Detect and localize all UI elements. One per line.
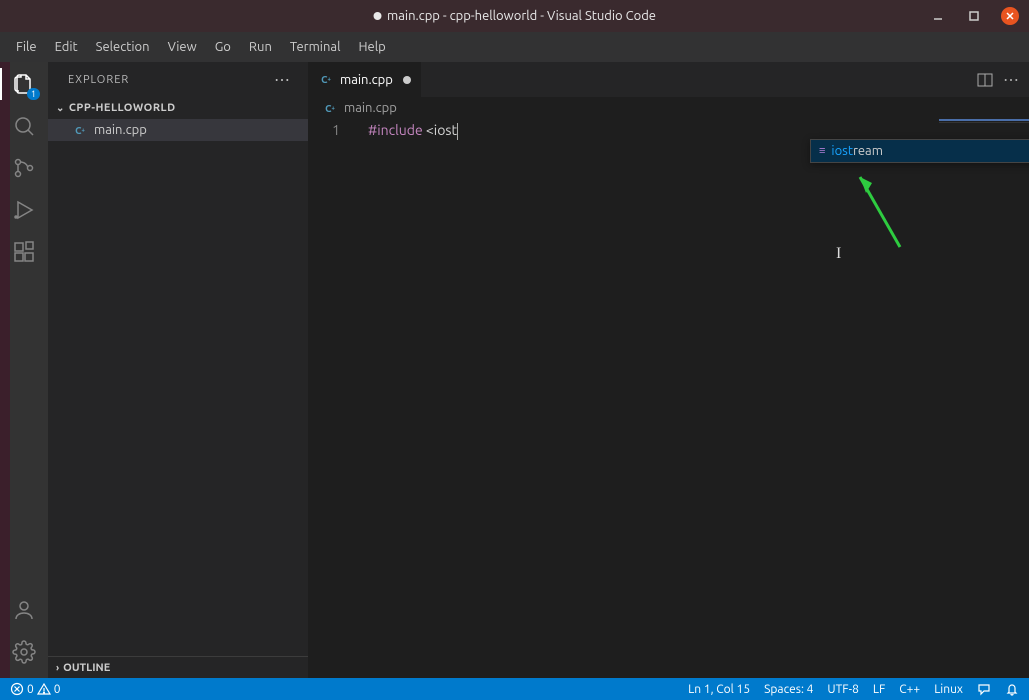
tabs-actions: ⋯ xyxy=(977,62,1029,97)
menu-selection[interactable]: Selection xyxy=(88,36,158,58)
explorer-badge: 1 xyxy=(27,88,40,100)
suggest-kind-icon: ≡ xyxy=(819,145,825,157)
chevron-right-icon: › xyxy=(56,662,59,673)
titlebar: main.cpp - cpp-helloworld - Visual Studi… xyxy=(0,0,1029,32)
outline-section[interactable]: › OUTLINE xyxy=(48,656,308,678)
chevron-down-icon: ⌄ xyxy=(56,102,65,114)
folder-name: CPP-HELLOWORLD xyxy=(69,102,176,114)
split-editor-icon[interactable] xyxy=(977,72,993,88)
menu-view[interactable]: View xyxy=(160,36,205,58)
menu-edit[interactable]: Edit xyxy=(47,36,86,58)
status-notifications-icon[interactable] xyxy=(1005,682,1019,696)
tree-item-label: main.cpp xyxy=(94,123,147,137)
editor-content[interactable]: 1 #include <iost ≡ iostream File I xyxy=(308,119,1029,678)
tab-dirty-icon xyxy=(403,76,411,84)
statusbar: 0 0 Ln 1, Col 15 Spaces: 4 UTF-8 LF C++ … xyxy=(0,678,1029,700)
activity-extensions-icon[interactable] xyxy=(10,238,38,266)
window-title-text: main.cpp - cpp-helloworld - Visual Studi… xyxy=(387,9,656,23)
code-line: #include <iost xyxy=(368,121,458,140)
menu-go[interactable]: Go xyxy=(207,36,239,58)
status-indentation[interactable]: Spaces: 4 xyxy=(764,683,813,696)
dirty-indicator-icon xyxy=(373,12,381,20)
suggest-match-text: iost xyxy=(831,144,853,158)
status-errors-count: 0 xyxy=(27,683,34,696)
window-title: main.cpp - cpp-helloworld - Visual Studi… xyxy=(373,9,656,23)
annotation-arrow-icon xyxy=(850,167,910,257)
activity-search-icon[interactable] xyxy=(10,112,38,140)
sidebar-header: EXPLORER ⋯ xyxy=(48,62,308,97)
cpp-file-icon: C+ xyxy=(318,72,334,88)
desktop-left-strip xyxy=(0,62,10,678)
breadcrumb[interactable]: C+ main.cpp xyxy=(308,97,1029,119)
close-button[interactable] xyxy=(1001,7,1019,25)
menu-file[interactable]: File xyxy=(8,36,45,58)
mouse-text-cursor-icon: I xyxy=(836,245,841,263)
line-number: 1 xyxy=(308,119,358,140)
code-keyword: #include xyxy=(368,122,423,138)
sidebar-title: EXPLORER xyxy=(68,74,129,86)
activity-source-control-icon[interactable] xyxy=(10,154,38,182)
maximize-button[interactable] xyxy=(965,7,983,25)
sidebar-more-icon[interactable]: ⋯ xyxy=(274,70,292,89)
minimap-viewport[interactable] xyxy=(939,119,1029,123)
folder-header[interactable]: ⌄ CPP-HELLOWORLD xyxy=(48,97,308,119)
outline-label: OUTLINE xyxy=(63,662,110,674)
text-cursor xyxy=(457,123,458,140)
menubar: File Edit Selection View Go Run Terminal… xyxy=(0,32,1029,62)
minimize-button[interactable] xyxy=(929,7,947,25)
status-cursor-position[interactable]: Ln 1, Col 15 xyxy=(688,683,750,696)
status-language[interactable]: C++ xyxy=(899,683,920,696)
activity-settings-icon[interactable] xyxy=(10,638,38,666)
status-eol[interactable]: LF xyxy=(873,683,885,696)
cpp-file-icon: C+ xyxy=(322,100,338,116)
status-os[interactable]: Linux xyxy=(934,683,963,696)
main-area: 1 EXPLORER ⋯ ⌄ CPP-HELL xyxy=(0,62,1029,678)
suggest-rest-text: ream xyxy=(853,144,883,158)
editor-more-icon[interactable]: ⋯ xyxy=(1003,70,1019,89)
suggest-widget[interactable]: ≡ iostream File xyxy=(810,139,1029,163)
status-encoding[interactable]: UTF-8 xyxy=(827,683,858,696)
activity-explorer-icon[interactable]: 1 xyxy=(10,70,38,98)
code-text: <iost xyxy=(423,122,457,138)
activity-run-debug-icon[interactable] xyxy=(10,196,38,224)
status-feedback-icon[interactable] xyxy=(977,682,991,696)
editor-area: C+ main.cpp ⋯ C+ main.cpp 1 #include <io… xyxy=(308,62,1029,678)
tab-label: main.cpp xyxy=(340,73,393,87)
sidebar: EXPLORER ⋯ ⌄ CPP-HELLOWORLD C+ main.cpp … xyxy=(48,62,308,678)
tree-item-main-cpp[interactable]: C+ main.cpp xyxy=(48,119,308,141)
menu-run[interactable]: Run xyxy=(241,36,280,58)
breadcrumb-file: main.cpp xyxy=(344,101,397,115)
status-warnings-count: 0 xyxy=(54,683,61,696)
tab-main-cpp[interactable]: C+ main.cpp xyxy=(308,62,422,97)
tabs-row: C+ main.cpp ⋯ xyxy=(308,62,1029,97)
status-problems[interactable]: 0 0 xyxy=(10,682,61,696)
cpp-file-icon: C+ xyxy=(72,122,88,138)
menu-terminal[interactable]: Terminal xyxy=(282,36,349,58)
menu-help[interactable]: Help xyxy=(350,36,393,58)
window-controls xyxy=(929,7,1019,25)
suggest-item[interactable]: ≡ iostream File xyxy=(811,140,1029,162)
activity-account-icon[interactable] xyxy=(10,596,38,624)
